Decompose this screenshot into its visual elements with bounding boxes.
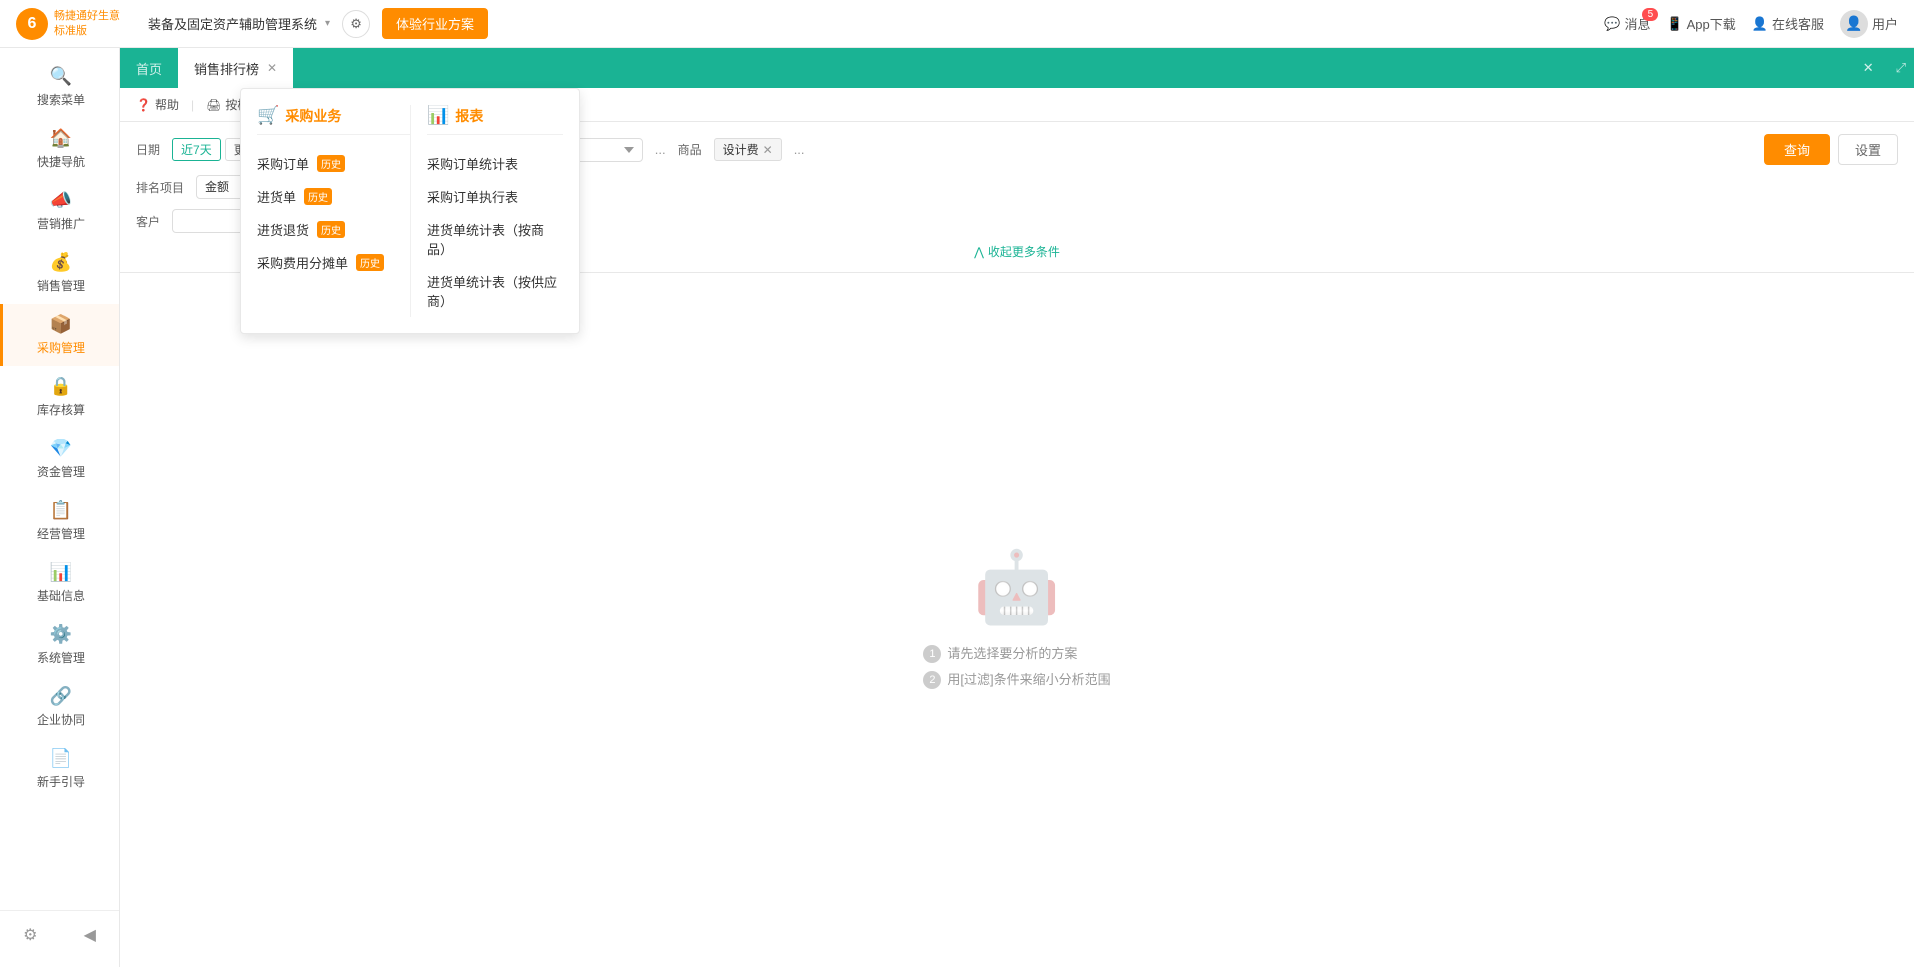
phone-icon: 📱 xyxy=(1666,16,1682,32)
sales-icon: 💰 xyxy=(50,252,72,273)
rank-label: 排名项目 xyxy=(136,179,184,196)
sidebar-item-newbie[interactable]: 📄 新手引导 xyxy=(0,738,119,800)
sidebar-bottom: ⚙ ◀ xyxy=(0,910,119,959)
customer-label: 客户 xyxy=(136,213,160,230)
logo-area: 6 畅捷通好生意 标准版 xyxy=(16,8,136,40)
logo-icon: 6 xyxy=(16,8,48,40)
operations-icon: 📋 xyxy=(50,500,72,521)
set-btn[interactable]: 设置 xyxy=(1838,134,1898,165)
sidebar-item-search[interactable]: 🔍 搜索菜单 xyxy=(0,56,119,118)
enterprise-icon: 🔗 xyxy=(50,686,72,707)
marketing-icon: 📣 xyxy=(50,190,72,211)
tab-bar: 首页 销售排行榜 ✕ ✕ ⤢ xyxy=(120,48,1914,88)
tab-home[interactable]: 首页 xyxy=(120,48,178,88)
finance-icon: 💎 xyxy=(50,438,72,459)
app-download-btn[interactable]: 📱 App下载 xyxy=(1666,14,1735,33)
history-badge-3: 历史 xyxy=(356,254,384,271)
message-btn[interactable]: 💬 消息 5 xyxy=(1604,14,1650,33)
print-icon: 🖨 xyxy=(206,98,221,112)
topbar: 6 畅捷通好生意 标准版 装备及固定资产辅助管理系统 ▾ ⚙ 体验行业方案 💬 … xyxy=(0,0,1914,48)
tab-sales-ranking[interactable]: 销售排行榜 ✕ xyxy=(178,48,293,88)
hint-2: 2 用[过滤]条件来缩小分析范围 xyxy=(923,667,1110,693)
system-icon: ⚙️ xyxy=(50,624,72,645)
sidebar-item-system[interactable]: ⚙️ 系统管理 xyxy=(0,614,119,676)
dropdown-item-report4[interactable]: 进货单统计表（按供应商） xyxy=(427,265,563,317)
industry-btn[interactable]: 体验行业方案 xyxy=(382,8,488,39)
online-service-btn[interactable]: 👤 在线客服 xyxy=(1752,14,1824,33)
dropdown-col1-title: 🛒 采购业务 xyxy=(257,105,410,135)
report-col-icon: 📊 xyxy=(427,105,449,126)
collapse-up-icon: ⋀ xyxy=(974,245,984,259)
dropdown-item-return[interactable]: 进货退货 历史 xyxy=(257,213,410,246)
system-title: 装备及固定资产辅助管理系统 ▾ xyxy=(148,14,330,33)
tab-close-global-btn[interactable]: ✕ xyxy=(1849,48,1888,88)
sidebar-item-basic-info[interactable]: 📊 基础信息 xyxy=(0,552,119,614)
history-badge-2: 历史 xyxy=(317,221,345,238)
main-layout: 🔍 搜索菜单 🏠 快捷导航 📣 营销推广 💰 销售管理 📦 采购管理 🔒 库存核… xyxy=(0,48,1914,967)
sidebar-item-purchase[interactable]: 📦 采购管理 xyxy=(0,304,119,366)
newbie-icon: 📄 xyxy=(50,748,72,769)
message-icon: 💬 xyxy=(1604,16,1620,32)
chip-7days[interactable]: 近7天 xyxy=(172,138,221,161)
purchase-icon: 📦 xyxy=(50,314,72,335)
sidebar-item-operations[interactable]: 📋 经营管理 xyxy=(0,490,119,552)
content-area: 首页 销售排行榜 ✕ ✕ ⤢ ❓ 帮助 | 🖨 按模板打印 ▾ | ⬆ xyxy=(120,48,1914,967)
logo-text: 畅捷通好生意 标准版 xyxy=(54,9,120,38)
empty-illustration: 🤖 xyxy=(973,547,1060,629)
date-label: 日期 xyxy=(136,141,160,158)
purchase-col-icon: 🛒 xyxy=(257,105,279,126)
system-dropdown-arrow[interactable]: ▾ xyxy=(325,18,330,29)
sidebar-item-finance[interactable]: 💎 资金管理 xyxy=(0,428,119,490)
avatar: 👤 xyxy=(1840,10,1868,38)
help-icon: ❓ xyxy=(136,98,151,112)
history-badge-0: 历史 xyxy=(317,155,345,172)
hint-1: 1 请先选择要分析的方案 xyxy=(923,641,1110,667)
dropdown-item-report2[interactable]: 采购订单执行表 xyxy=(427,180,563,213)
dropdown-col-purchase: 🛒 采购业务 采购订单 历史 进货单 历史 进货退货 历史 xyxy=(257,105,410,317)
dropdown-item-cost[interactable]: 采购费用分摊单 历史 xyxy=(257,246,410,279)
goods-tag: 设计费 ✕ xyxy=(714,138,782,161)
dropdown-item-inbound[interactable]: 进货单 历史 xyxy=(257,180,410,213)
settings-icon-btn[interactable]: ⚙ xyxy=(342,10,370,38)
toolbar-divider-1: | xyxy=(191,98,194,112)
system-title-text: 装备及固定资产辅助管理系统 xyxy=(148,14,317,33)
dropdown-grid: 🛒 采购业务 采购订单 历史 进货单 历史 进货退货 历史 xyxy=(257,105,563,317)
sidebar-item-marketing[interactable]: 📣 营销推广 xyxy=(0,180,119,242)
search-icon: 🔍 xyxy=(50,66,72,87)
sidebar-item-quick-nav[interactable]: 🏠 快捷导航 xyxy=(0,118,119,180)
sidebar-item-enterprise[interactable]: 🔗 企业协同 xyxy=(0,676,119,738)
empty-state: 🤖 1 请先选择要分析的方案 2 用[过滤]条件来缩小分析范围 xyxy=(120,273,1914,967)
message-badge: 5 xyxy=(1642,8,1658,21)
voucher-status-more[interactable]: ... xyxy=(655,142,666,157)
user-btn[interactable]: 👤 用户 xyxy=(1840,10,1898,38)
filter-actions: 查询 设置 xyxy=(1764,134,1898,165)
dropdown-item-purchase-order[interactable]: 采购订单 历史 xyxy=(257,147,410,180)
goods-label: 商品 xyxy=(678,141,702,158)
help-btn[interactable]: ❓ 帮助 xyxy=(136,96,179,113)
goods-more[interactable]: ... xyxy=(794,142,805,157)
dropdown-item-report3[interactable]: 进货单统计表（按商品） xyxy=(427,213,563,265)
dropdown-item-report1[interactable]: 采购订单统计表 xyxy=(427,147,563,180)
home-icon: 🏠 xyxy=(50,128,72,149)
topbar-right: 💬 消息 5 📱 App下载 👤 在线客服 👤 用户 xyxy=(1604,10,1898,38)
history-badge-1: 历史 xyxy=(304,188,332,205)
inventory-icon: 🔒 xyxy=(50,376,72,397)
dropdown-col2-title: 📊 报表 xyxy=(427,105,563,135)
sidebar-collapse-btn[interactable]: ◀ xyxy=(78,919,102,951)
tab-close-btn[interactable]: ✕ xyxy=(267,61,277,75)
goods-tag-close-btn[interactable]: ✕ xyxy=(763,143,773,157)
query-btn[interactable]: 查询 xyxy=(1764,134,1830,165)
sidebar-item-sales[interactable]: 💰 销售管理 xyxy=(0,242,119,304)
sidebar-item-inventory[interactable]: 🔒 库存核算 xyxy=(0,366,119,428)
sidebar-settings-btn[interactable]: ⚙ xyxy=(17,919,43,951)
tab-maximize-btn[interactable]: ⤢ xyxy=(1888,48,1914,88)
basic-info-icon: 📊 xyxy=(50,562,72,583)
service-icon: 👤 xyxy=(1752,16,1768,32)
sidebar: 🔍 搜索菜单 🏠 快捷导航 📣 营销推广 💰 销售管理 📦 采购管理 🔒 库存核… xyxy=(0,48,120,967)
empty-hints: 1 请先选择要分析的方案 2 用[过滤]条件来缩小分析范围 xyxy=(923,641,1110,693)
purchase-dropdown-menu: 🛒 采购业务 采购订单 历史 进货单 历史 进货退货 历史 xyxy=(240,88,580,334)
dropdown-col-report: 📊 报表 采购订单统计表 采购订单执行表 进货单统计表（按商品） 进货单统计表（… xyxy=(410,105,563,317)
